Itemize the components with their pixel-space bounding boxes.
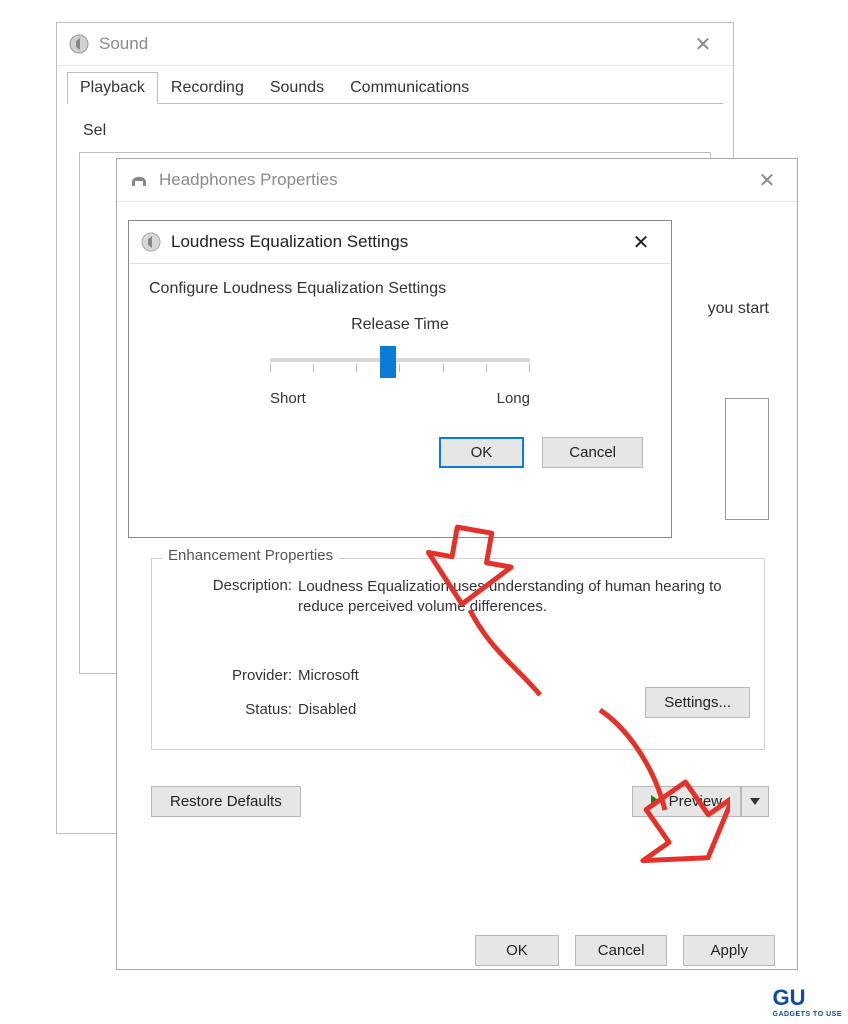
speaker-icon xyxy=(141,232,161,252)
description-value: Loudness Equalization uses understanding… xyxy=(298,577,744,616)
hp-title: Headphones Properties xyxy=(159,170,338,190)
sound-tabs: Playback Recording Sounds Communications xyxy=(57,66,733,104)
restore-defaults-button[interactable]: Restore Defaults xyxy=(151,786,301,817)
slider-thumb[interactable] xyxy=(380,346,396,378)
chevron-down-icon xyxy=(750,798,760,805)
loudness-equalization-dialog: Loudness Equalization Settings ✕ Configu… xyxy=(128,220,672,538)
preview-split-button: Preview xyxy=(632,786,769,817)
enhancement-properties-group: Enhancement Properties Description: Loud… xyxy=(151,558,765,750)
release-time-slider[interactable] xyxy=(270,346,530,372)
provider-value: Microsoft xyxy=(298,667,359,684)
close-icon[interactable]: ✕ xyxy=(617,221,665,263)
cancel-button[interactable]: Cancel xyxy=(575,935,668,966)
watermark-logo: GU GADGETS TO USE xyxy=(773,985,843,1018)
slider-short-label: Short xyxy=(270,390,306,407)
apply-button[interactable]: Apply xyxy=(683,935,775,966)
preview-label: Preview xyxy=(669,793,722,810)
cancel-button[interactable]: Cancel xyxy=(542,437,643,468)
enhancements-list-partial[interactable] xyxy=(725,398,769,520)
le-title: Loudness Equalization Settings xyxy=(171,232,408,252)
settings-button[interactable]: Settings... xyxy=(645,687,750,718)
close-icon[interactable]: ✕ xyxy=(743,159,791,201)
hp-titlebar: Headphones Properties ✕ xyxy=(117,159,797,202)
status-label: Status: xyxy=(190,701,292,718)
slider-long-label: Long xyxy=(497,390,530,407)
preview-button[interactable]: Preview xyxy=(632,786,741,817)
hp-hint-text: you start xyxy=(708,300,769,318)
ok-button[interactable]: OK xyxy=(475,935,559,966)
group-title: Enhancement Properties xyxy=(162,547,339,564)
description-label: Description: xyxy=(190,577,292,616)
select-device-label: Sel xyxy=(57,104,733,146)
tab-recording[interactable]: Recording xyxy=(158,72,257,104)
speaker-icon xyxy=(69,34,89,54)
status-value: Disabled xyxy=(298,701,356,718)
ok-button[interactable]: OK xyxy=(439,437,525,468)
sound-titlebar: Sound ✕ xyxy=(57,23,733,66)
close-icon[interactable]: ✕ xyxy=(679,23,727,65)
preview-dropdown[interactable] xyxy=(741,786,769,817)
tab-sounds[interactable]: Sounds xyxy=(257,72,337,104)
provider-label: Provider: xyxy=(190,667,292,684)
play-icon xyxy=(651,795,661,809)
release-time-label: Release Time xyxy=(149,316,651,334)
le-subtitle: Configure Loudness Equalization Settings xyxy=(149,280,651,298)
sound-title: Sound xyxy=(99,34,148,54)
hp-footer-buttons: OK Cancel Apply xyxy=(475,935,775,966)
headphones-icon xyxy=(129,170,149,190)
le-titlebar: Loudness Equalization Settings ✕ xyxy=(129,221,671,264)
tab-communications[interactable]: Communications xyxy=(337,72,482,104)
tab-playback[interactable]: Playback xyxy=(67,72,158,104)
